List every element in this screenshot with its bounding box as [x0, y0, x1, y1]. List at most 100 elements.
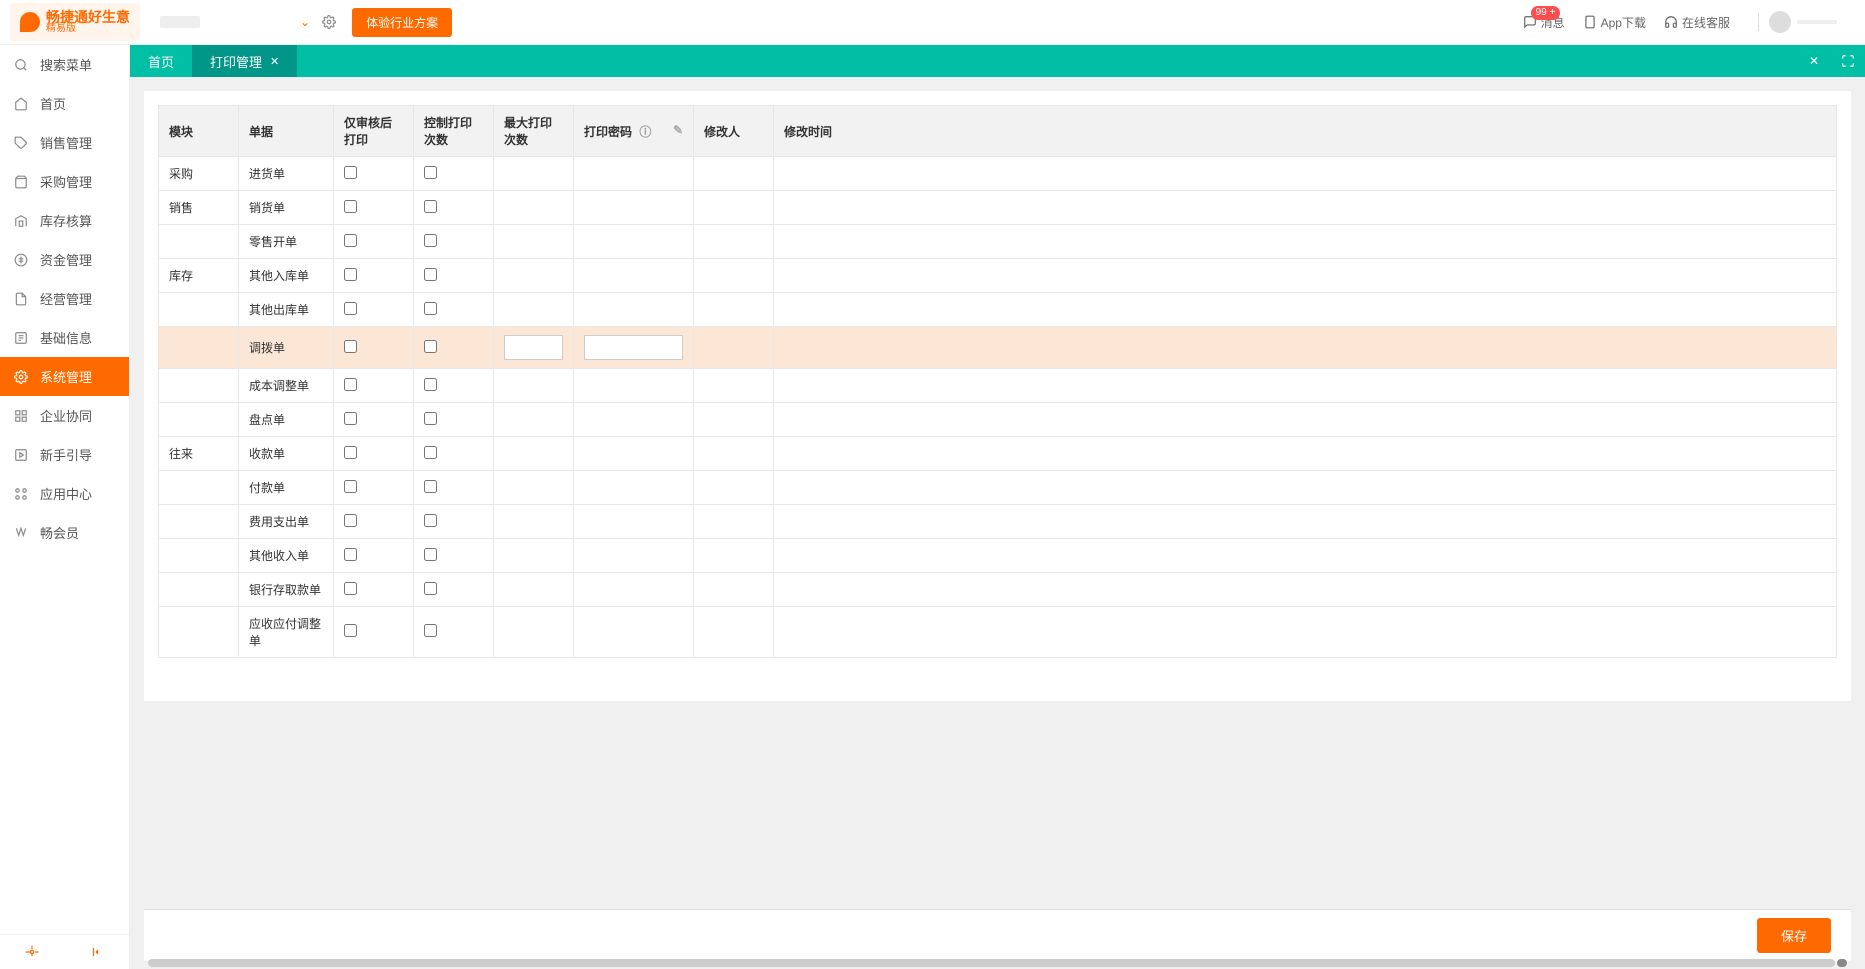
cell-doc: 收款单: [239, 437, 334, 471]
cell-modify-time: [774, 293, 1837, 327]
cell-modify-time: [774, 539, 1837, 573]
control-times-checkbox[interactable]: [424, 378, 437, 391]
sidebar-item-stock[interactable]: 库存核算: [0, 201, 129, 240]
cell-doc: 零售开单: [239, 225, 334, 259]
cell-doc: 应收应付调整单: [239, 607, 334, 658]
sidebar-item-fund[interactable]: 资金管理: [0, 240, 129, 279]
audit-only-checkbox[interactable]: [344, 302, 357, 315]
cell-modifier: [694, 505, 774, 539]
sidebar-item-coop[interactable]: 企业协同: [0, 396, 129, 435]
app-download-button[interactable]: App下载: [1583, 14, 1646, 31]
audit-only-checkbox[interactable]: [344, 268, 357, 281]
audit-only-checkbox[interactable]: [344, 446, 357, 459]
collapse-icon[interactable]: [90, 945, 104, 959]
table-row: 成本调整单: [159, 369, 1837, 403]
main: 首页 打印管理 ✕ ✕: [130, 45, 1865, 969]
control-times-checkbox[interactable]: [424, 200, 437, 213]
content-area: 模块 单据 仅审核后打印 控制打印次数 最大打印次数 打印密码 ⓘ ✎: [130, 77, 1865, 909]
close-all-tabs-button[interactable]: ✕: [1797, 45, 1831, 77]
save-button[interactable]: 保存: [1757, 918, 1831, 953]
settings-icon[interactable]: [322, 15, 336, 29]
sidebar-item-operate[interactable]: 经营管理: [0, 279, 129, 318]
cell-doc: 成本调整单: [239, 369, 334, 403]
audit-only-checkbox[interactable]: [344, 166, 357, 179]
cell-doc: 银行存取款单: [239, 573, 334, 607]
tab-print-management[interactable]: 打印管理 ✕: [192, 45, 297, 77]
col-password: 打印密码 ⓘ ✎: [574, 106, 694, 157]
audit-only-checkbox[interactable]: [344, 200, 357, 213]
table-row: 库存其他入库单: [159, 259, 1837, 293]
sidebar-item-system[interactable]: 系统管理: [0, 357, 129, 396]
messages-button[interactable]: 99 + 消息: [1523, 14, 1565, 31]
control-times-checkbox[interactable]: [424, 548, 437, 561]
fullscreen-button[interactable]: [1831, 45, 1865, 77]
user-menu[interactable]: [1769, 11, 1837, 33]
audit-only-checkbox[interactable]: [344, 582, 357, 595]
cell-modifier: [694, 403, 774, 437]
sidebar-item-purchase[interactable]: 采购管理: [0, 162, 129, 201]
chevron-down-icon: ⌄: [300, 15, 310, 29]
cell-modifier: [694, 157, 774, 191]
cell-password: [574, 505, 694, 539]
control-times-checkbox[interactable]: [424, 446, 437, 459]
control-times-checkbox[interactable]: [424, 302, 437, 315]
audit-only-checkbox[interactable]: [344, 480, 357, 493]
table-row: 采购进货单: [159, 157, 1837, 191]
control-times-checkbox[interactable]: [424, 340, 437, 353]
customer-service-button[interactable]: 在线客服: [1664, 14, 1730, 31]
col-modifier: 修改人: [694, 106, 774, 157]
org-selector[interactable]: ⌄: [160, 15, 310, 29]
control-times-checkbox[interactable]: [424, 582, 437, 595]
audit-only-checkbox[interactable]: [344, 548, 357, 561]
cell-module: 往来: [159, 437, 239, 471]
logo-icon: [20, 12, 40, 32]
tag-icon: [14, 136, 30, 150]
cell-max-times: [494, 573, 574, 607]
sidebar-item-vip[interactable]: 畅会员: [0, 513, 129, 552]
cell-max-times: [494, 157, 574, 191]
cell-modify-time: [774, 259, 1837, 293]
cell-doc: 调拨单: [239, 327, 334, 369]
sidebar-item-guide[interactable]: 新手引导: [0, 435, 129, 474]
username: [1797, 20, 1837, 24]
gear-icon[interactable]: [25, 945, 39, 959]
cell-max-times: [494, 225, 574, 259]
avatar-icon: [1769, 11, 1791, 33]
sidebar-item-sales[interactable]: 销售管理: [0, 123, 129, 162]
cell-module: 库存: [159, 259, 239, 293]
print-password-input[interactable]: [584, 335, 683, 360]
audit-only-checkbox[interactable]: [344, 234, 357, 247]
table-row: 其他收入单: [159, 539, 1837, 573]
help-icon[interactable]: ⓘ: [639, 125, 651, 139]
control-times-checkbox[interactable]: [424, 234, 437, 247]
control-times-checkbox[interactable]: [424, 624, 437, 637]
control-times-checkbox[interactable]: [424, 514, 437, 527]
cell-modifier: [694, 259, 774, 293]
info-icon: [14, 331, 30, 345]
audit-only-checkbox[interactable]: [344, 412, 357, 425]
cell-password: [574, 437, 694, 471]
cell-doc: 其他收入单: [239, 539, 334, 573]
industry-plan-button[interactable]: 体验行业方案: [352, 8, 452, 37]
control-times-checkbox[interactable]: [424, 480, 437, 493]
sidebar-item-label: 销售管理: [40, 133, 92, 152]
audit-only-checkbox[interactable]: [344, 340, 357, 353]
sidebar-item-appcenter[interactable]: 应用中心: [0, 474, 129, 513]
sidebar-item-search[interactable]: 搜索菜单: [0, 45, 129, 84]
audit-only-checkbox[interactable]: [344, 378, 357, 391]
control-times-checkbox[interactable]: [424, 268, 437, 281]
logo: 畅捷通好生意 精易版: [10, 3, 140, 41]
close-icon[interactable]: ✕: [270, 55, 279, 68]
sidebar-item-basic[interactable]: 基础信息: [0, 318, 129, 357]
audit-only-checkbox[interactable]: [344, 624, 357, 637]
max-print-input[interactable]: [504, 335, 563, 360]
edit-icon[interactable]: ✎: [673, 123, 683, 137]
cell-control-times: [414, 403, 494, 437]
cell-max-times: [494, 327, 574, 369]
sidebar-item-home[interactable]: 首页: [0, 84, 129, 123]
control-times-checkbox[interactable]: [424, 166, 437, 179]
cell-password: [574, 259, 694, 293]
audit-only-checkbox[interactable]: [344, 514, 357, 527]
tab-home[interactable]: 首页: [130, 45, 192, 77]
control-times-checkbox[interactable]: [424, 412, 437, 425]
